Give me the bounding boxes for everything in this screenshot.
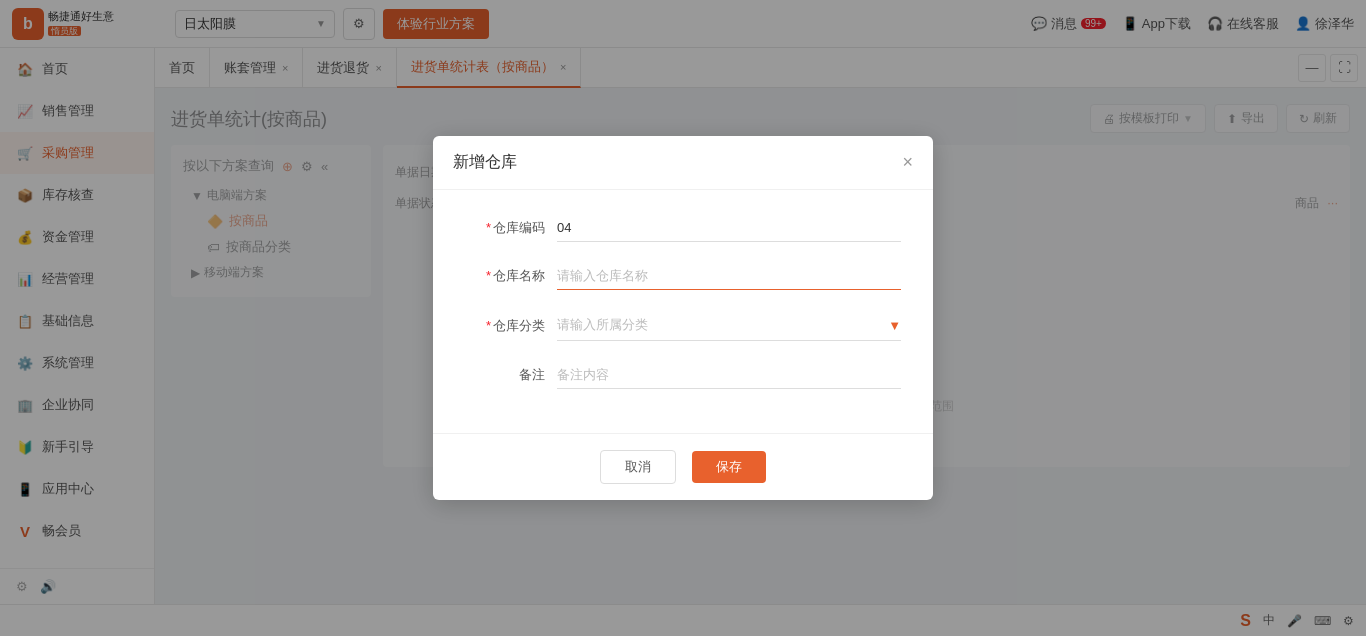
modal-title: 新增仓库 [453, 152, 517, 173]
add-warehouse-modal: 新增仓库 × 仓库编码 仓库名称 [433, 136, 933, 500]
remark-label: 备注 [465, 366, 545, 384]
content-body: 进货单统计(按商品) 🖨 按模板打印 ▼ ⬆ 导出 [155, 88, 1366, 604]
warehouse-name-input[interactable] [557, 262, 901, 290]
modal-footer: 取消 保存 [433, 433, 933, 500]
modal-close-button[interactable]: × [902, 152, 913, 173]
category-chevron-icon: ▼ [888, 318, 901, 333]
warehouse-category-label: 仓库分类 [465, 317, 545, 335]
warehouse-name-row: 仓库名称 [465, 262, 901, 290]
warehouse-code-label: 仓库编码 [465, 219, 545, 237]
modal-overlay: 新增仓库 × 仓库编码 仓库名称 [155, 88, 1366, 604]
cancel-button[interactable]: 取消 [600, 450, 676, 484]
warehouse-code-input[interactable] [557, 214, 901, 242]
remark-input[interactable] [557, 361, 901, 389]
modal-body: 仓库编码 仓库名称 仓库分类 [433, 190, 933, 433]
save-button[interactable]: 保存 [692, 451, 766, 483]
warehouse-name-label: 仓库名称 [465, 267, 545, 285]
warehouse-category-row: 仓库分类 请输入所属分类 ▼ [465, 310, 901, 341]
modal-header: 新增仓库 × [433, 136, 933, 190]
remark-row: 备注 [465, 361, 901, 389]
warehouse-code-row: 仓库编码 [465, 214, 901, 242]
warehouse-category-select[interactable]: 请输入所属分类 ▼ [557, 310, 901, 341]
